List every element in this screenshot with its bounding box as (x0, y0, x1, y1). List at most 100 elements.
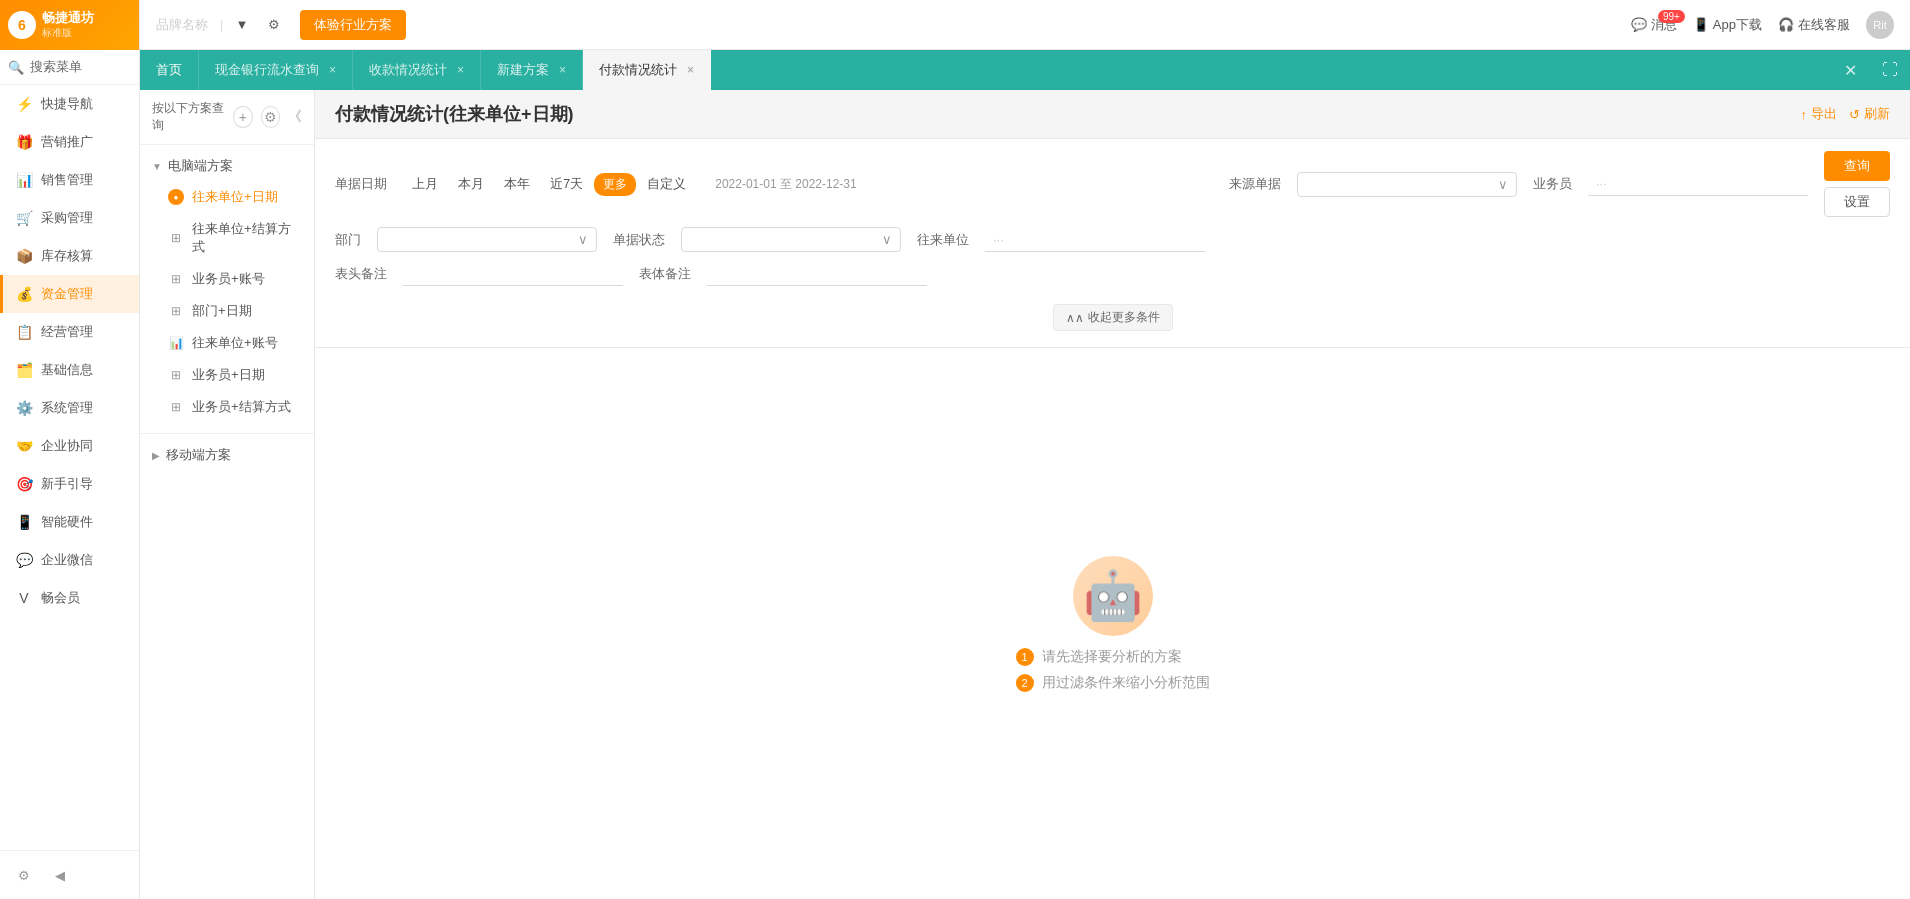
footer-settings-btn[interactable]: ⚙ (10, 861, 38, 889)
tab-new-scheme-close[interactable]: × (559, 63, 566, 77)
empty-hint-1: 1 请先选择要分析的方案 (1016, 648, 1210, 666)
scheme-item-unit-date[interactable]: ● 往来单位+日期 (140, 181, 314, 213)
sidebar-item-guide[interactable]: 🎯 新手引导 (0, 465, 139, 503)
filter-area: 单据日期 上月 本月 本年 近7天 更多 自定义 2022-01-01 至 20… (315, 139, 1910, 348)
date-btn-last-month[interactable]: 上月 (403, 171, 447, 197)
empty-robot-icon: 🤖 (1073, 556, 1153, 636)
salesman-select[interactable]: ··· (1588, 172, 1808, 196)
trial-btn[interactable]: 体验行业方案 (300, 10, 406, 40)
sidebar-item-finance[interactable]: 💰 资金管理 (0, 275, 139, 313)
salesman-placeholder: ··· (1596, 176, 1607, 191)
sidebar-item-sales[interactable]: 📊 销售管理 (0, 161, 139, 199)
date-label: 单据日期 (335, 175, 387, 193)
scheme-add-btn[interactable]: + (233, 106, 252, 128)
scheme-settings-btn[interactable]: ⚙ (261, 106, 280, 128)
scheme-item-salesman-settlement[interactable]: ⊞ 业务员+结算方式 (140, 391, 314, 423)
tab-new-scheme-label: 新建方案 (497, 61, 549, 79)
tab-collection-stats[interactable]: 收款情况统计 × (353, 50, 481, 90)
sidebar-item-label: 营销推广 (41, 133, 93, 151)
date-btn-custom[interactable]: 自定义 (638, 171, 695, 197)
sidebar-item-enterprise[interactable]: 🤝 企业协同 (0, 427, 139, 465)
customer-service-btn[interactable]: 🎧 在线客服 (1778, 16, 1850, 34)
scheme-item-label: 业务员+结算方式 (192, 398, 291, 416)
scheme-item-dept-date[interactable]: ⊞ 部门+日期 (140, 295, 314, 327)
partner-select[interactable]: ··· (985, 228, 1205, 252)
doc-status-select[interactable]: ∨ (681, 227, 901, 252)
collapse-btn[interactable]: ∧∧ 收起更多条件 (1053, 304, 1173, 331)
body-note-input[interactable] (707, 262, 927, 286)
sidebar-title: 畅捷通坊 (42, 10, 94, 26)
source-select[interactable]: ∨ (1297, 172, 1517, 197)
sidebar-item-label: 基础信息 (41, 361, 93, 379)
date-btn-this-year[interactable]: 本年 (495, 171, 539, 197)
source-label: 来源单据 (1229, 175, 1281, 193)
export-btn[interactable]: ↑ 导出 (1801, 105, 1838, 123)
sidebar-subtitle: 标准版 (42, 26, 94, 40)
app-download-btn[interactable]: 📱 App下载 (1693, 16, 1762, 34)
sidebar-item-purchase[interactable]: 🛒 采购管理 (0, 199, 139, 237)
message-icon: 💬 (1631, 17, 1647, 32)
date-btn-more[interactable]: 更多 (594, 173, 636, 196)
tab-bank-flow-label: 现金银行流水查询 (215, 61, 319, 79)
scheme-table-icon: ⊞ (168, 367, 184, 383)
sidebar-item-marketing[interactable]: 🎁 营销推广 (0, 123, 139, 161)
tab-home[interactable]: 首页 (140, 50, 199, 90)
tab-bank-flow-close[interactable]: × (329, 63, 336, 77)
scheme-group-mobile-header[interactable]: ▶ 移动端方案 (140, 440, 314, 470)
tab-new-scheme[interactable]: 新建方案 × (481, 50, 583, 90)
query-btn[interactable]: 查询 (1824, 151, 1890, 181)
date-btn-7days[interactable]: 近7天 (541, 171, 592, 197)
filter-row-1: 单据日期 上月 本月 本年 近7天 更多 自定义 2022-01-01 至 20… (335, 151, 1890, 217)
hint-num-1: 1 (1016, 648, 1034, 666)
dept-select[interactable]: ∨ (377, 227, 597, 252)
sidebar-item-label: 库存核算 (41, 247, 93, 265)
group-arrow-icon: ▶ (152, 450, 160, 461)
footer-collapse-btn[interactable]: ◀ (46, 861, 74, 889)
sidebar-brand: 畅捷通坊 标准版 (42, 10, 94, 40)
scheme-item-salesman-date[interactable]: ⊞ 业务员+日期 (140, 359, 314, 391)
scheme-item-unit-settlement[interactable]: ⊞ 往来单位+结算方式 (140, 213, 314, 263)
weixin-icon: 💬 (15, 551, 33, 569)
topbar-settings-btn[interactable]: ⚙ (260, 11, 288, 39)
sidebar-item-label: 智能硬件 (41, 513, 93, 531)
scheme-item-salesman-account[interactable]: ⊞ 业务员+账号 (140, 263, 314, 295)
scheme-item-label: 部门+日期 (192, 302, 252, 320)
search-menu[interactable]: 🔍 搜索菜单 (0, 50, 139, 85)
sidebar: 6 畅捷通坊 标准版 🔍 搜索菜单 ⚡ 快捷导航 🎁 营销推广 📊 销售管理 🛒… (0, 0, 140, 899)
user-avatar[interactable]: Rit (1866, 11, 1894, 39)
refresh-btn[interactable]: ↺ 刷新 (1849, 105, 1890, 123)
scheme-item-unit-account[interactable]: 📊 往来单位+账号 (140, 327, 314, 359)
sidebar-item-hardware[interactable]: 📱 智能硬件 (0, 503, 139, 541)
topbar-dropdown[interactable]: ▼ (235, 17, 248, 32)
tab-close-all-btn[interactable]: ✕ (1830, 50, 1870, 90)
sidebar-item-system[interactable]: ⚙️ 系统管理 (0, 389, 139, 427)
scheme-group-desktop-header[interactable]: ▼ 电脑端方案 (140, 151, 314, 181)
sidebar-item-weixin[interactable]: 💬 企业微信 (0, 541, 139, 579)
sidebar-item-basic-info[interactable]: 🗂️ 基础信息 (0, 351, 139, 389)
scheme-group-mobile-label: 移动端方案 (166, 446, 231, 464)
tab-payment-stats[interactable]: 付款情况统计 × (583, 50, 711, 90)
tab-collection-stats-close[interactable]: × (457, 63, 464, 77)
refresh-icon: ↺ (1849, 107, 1860, 122)
date-btn-this-month[interactable]: 本月 (449, 171, 493, 197)
header-note-input[interactable] (403, 262, 623, 286)
sidebar-item-label: 经营管理 (41, 323, 93, 341)
sidebar-item-operation[interactable]: 📋 经营管理 (0, 313, 139, 351)
header-note-label: 表头备注 (335, 265, 387, 283)
group-arrow-icon: ▼ (152, 161, 162, 172)
sidebar-item-member[interactable]: V 畅会员 (0, 579, 139, 617)
page-header: 付款情况统计(往来单位+日期) ↑ 导出 ↺ 刷新 (315, 90, 1910, 139)
scheme-collapse-icon[interactable]: 《 (288, 108, 302, 126)
notifications-btn[interactable]: 💬 消息 99+ (1631, 16, 1677, 34)
inventory-icon: 📦 (15, 247, 33, 265)
operation-icon: 📋 (15, 323, 33, 341)
tab-bank-flow[interactable]: 现金银行流水查询 × (199, 50, 353, 90)
tab-payment-stats-close[interactable]: × (687, 63, 694, 77)
tab-maximize-btn[interactable]: ⛶ (1870, 50, 1910, 90)
sidebar-item-inventory[interactable]: 📦 库存核算 (0, 237, 139, 275)
sidebar-item-label: 资金管理 (41, 285, 93, 303)
app-download-label: App下载 (1713, 16, 1762, 34)
sidebar-item-quick-nav[interactable]: ⚡ 快捷导航 (0, 85, 139, 123)
scheme-panel-header: 按以下方案查询 + ⚙ 《 (140, 90, 314, 145)
filter-settings-btn[interactable]: 设置 (1824, 187, 1890, 217)
